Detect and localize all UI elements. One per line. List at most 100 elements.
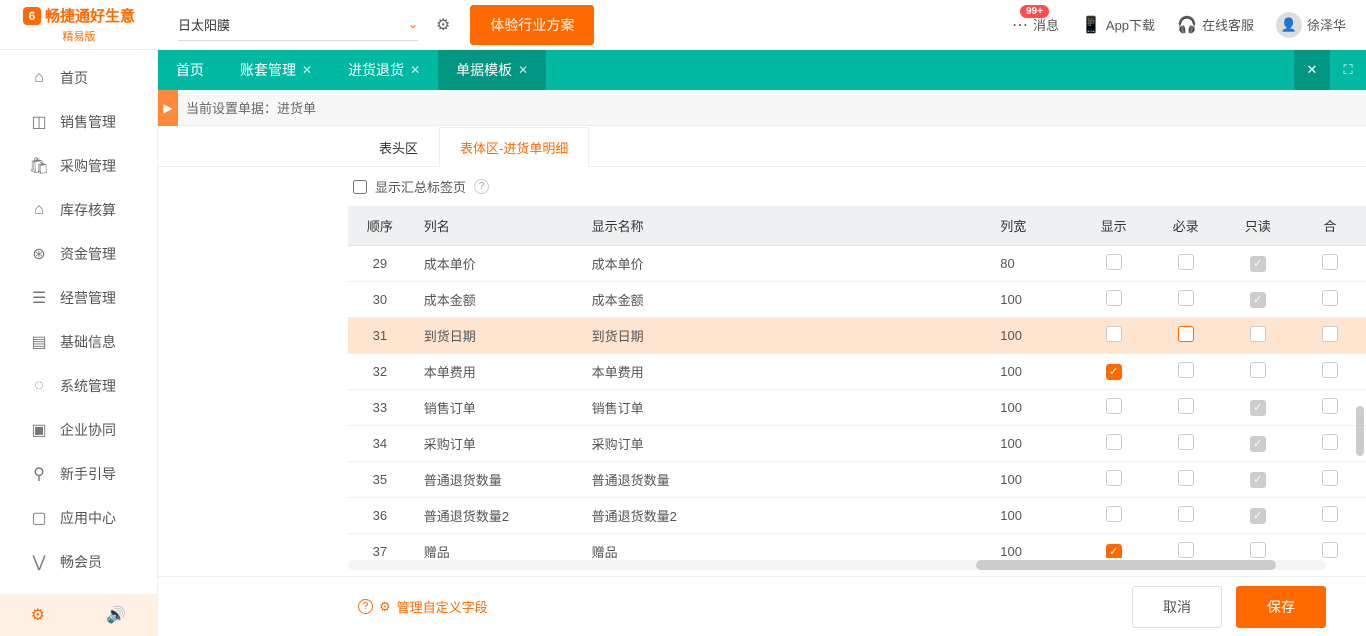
nav-inventory[interactable]: ⌂库存核算: [0, 188, 157, 232]
checkbox[interactable]: [1106, 434, 1122, 450]
nav-collab[interactable]: ▣企业协同: [0, 408, 157, 452]
trial-button[interactable]: 体验行业方案: [470, 5, 594, 45]
expand-button[interactable]: ⛶: [1330, 50, 1366, 90]
checkbox[interactable]: [1322, 434, 1338, 450]
help-icon[interactable]: ?: [474, 179, 489, 194]
checkbox[interactable]: [1250, 400, 1266, 416]
checkbox[interactable]: [1178, 398, 1194, 414]
cell-display[interactable]: 赠品: [580, 534, 989, 559]
nav-system[interactable]: ◌系统管理: [0, 364, 157, 408]
close-icon[interactable]: ✕: [410, 63, 420, 77]
checkbox[interactable]: [1178, 470, 1194, 486]
checkbox[interactable]: [1178, 506, 1194, 522]
cell-display[interactable]: 普通退货数量: [580, 462, 989, 498]
user-menu[interactable]: 👤 徐泽华: [1276, 12, 1346, 38]
nav-finance[interactable]: ⊛资金管理: [0, 232, 157, 276]
subtab-header-area[interactable]: 表头区: [358, 127, 439, 167]
table-container[interactable]: 顺序 列名 显示名称 列宽 显示 必录 只读 合 29 成本单价 成本单价 80: [348, 206, 1366, 558]
cell-display[interactable]: 销售订单: [580, 390, 989, 426]
checkbox[interactable]: [1322, 542, 1338, 558]
checkbox[interactable]: [1178, 542, 1194, 558]
checkbox[interactable]: [1250, 292, 1266, 308]
checkbox[interactable]: [1178, 362, 1194, 378]
cell-display[interactable]: 成本金额: [580, 282, 989, 318]
cell-width[interactable]: 80: [988, 246, 1077, 282]
checkbox[interactable]: [1322, 362, 1338, 378]
cell-display[interactable]: 成本单价: [580, 246, 989, 282]
checkbox[interactable]: [1106, 364, 1122, 380]
cell-width[interactable]: 100: [988, 462, 1077, 498]
tab-account[interactable]: 账套管理✕: [222, 50, 330, 90]
cell-width[interactable]: 100: [988, 318, 1077, 354]
checkbox[interactable]: [1322, 326, 1338, 342]
checkbox[interactable]: [1250, 508, 1266, 524]
checkbox[interactable]: [1322, 254, 1338, 270]
cell-display[interactable]: 到货日期: [580, 318, 989, 354]
table-row[interactable]: 35 普通退货数量 普通退货数量 100: [348, 462, 1366, 498]
messages-button[interactable]: ⋯ 99+ 消息: [1012, 15, 1059, 35]
checkbox[interactable]: [1250, 326, 1266, 342]
checkbox[interactable]: [1178, 326, 1194, 342]
table-row[interactable]: 33 销售订单 销售订单 100: [348, 390, 1366, 426]
checkbox[interactable]: [1106, 506, 1122, 522]
nav-basic[interactable]: ▤基础信息: [0, 320, 157, 364]
checkbox[interactable]: [1178, 254, 1194, 270]
scrollbar-thumb[interactable]: [976, 560, 1276, 570]
company-selector[interactable]: 日太阳膜 ⌄: [178, 9, 418, 41]
checkbox[interactable]: [1178, 290, 1194, 306]
footer-sound-icon[interactable]: 🔊: [106, 605, 126, 625]
close-icon[interactable]: ✕: [518, 63, 528, 77]
nav-home[interactable]: ⌂首页: [0, 56, 157, 100]
cell-width[interactable]: 100: [988, 498, 1077, 534]
checkbox[interactable]: [1250, 362, 1266, 378]
horizontal-scrollbar[interactable]: [348, 560, 1326, 570]
checkbox[interactable]: [1106, 544, 1122, 558]
checkbox[interactable]: [1250, 436, 1266, 452]
cell-width[interactable]: 100: [988, 426, 1077, 462]
customer-service-button[interactable]: 🎧 在线客服: [1177, 15, 1254, 35]
cell-width[interactable]: 100: [988, 354, 1077, 390]
nav-guide[interactable]: ⚲新手引导: [0, 452, 157, 496]
close-icon[interactable]: ✕: [302, 63, 312, 77]
cell-width[interactable]: 100: [988, 390, 1077, 426]
cell-display[interactable]: 普通退货数量2: [580, 498, 989, 534]
nav-member[interactable]: ⋁畅会员: [0, 540, 157, 584]
vertical-scrollbar[interactable]: [1356, 406, 1364, 456]
checkbox[interactable]: [1250, 472, 1266, 488]
table-row[interactable]: 31 到货日期 到货日期 100: [348, 318, 1366, 354]
table-row[interactable]: 36 普通退货数量2 普通退货数量2 100: [348, 498, 1366, 534]
checkbox[interactable]: [1106, 326, 1122, 342]
checkbox[interactable]: [1106, 398, 1122, 414]
summary-checkbox[interactable]: [353, 180, 367, 194]
save-button[interactable]: 保存: [1236, 586, 1326, 628]
app-download-button[interactable]: 📱 App下载: [1081, 15, 1155, 35]
footer-gear-icon[interactable]: ⚙: [31, 605, 45, 625]
cell-display[interactable]: 采购订单: [580, 426, 989, 462]
table-row[interactable]: 32 本单费用 本单费用 100: [348, 354, 1366, 390]
subtab-body-area[interactable]: 表体区-进货单明细: [439, 127, 589, 167]
checkbox[interactable]: [1106, 290, 1122, 306]
nav-apps[interactable]: ▢应用中心: [0, 496, 157, 540]
checkbox[interactable]: [1322, 470, 1338, 486]
checkbox[interactable]: [1250, 542, 1266, 558]
checkbox[interactable]: [1322, 290, 1338, 306]
cell-display[interactable]: 本单费用: [580, 354, 989, 390]
settings-icon[interactable]: ⚙: [436, 15, 450, 35]
nav-purchase[interactable]: 🛍采购管理: [0, 144, 157, 188]
checkbox[interactable]: [1106, 254, 1122, 270]
tab-purchase-return[interactable]: 进货退货✕: [330, 50, 438, 90]
checkbox[interactable]: [1178, 434, 1194, 450]
table-row[interactable]: 34 采购订单 采购订单 100: [348, 426, 1366, 462]
cell-width[interactable]: 100: [988, 282, 1077, 318]
nav-sales[interactable]: ◫销售管理: [0, 100, 157, 144]
nav-business[interactable]: ☰经营管理: [0, 276, 157, 320]
table-row[interactable]: 37 赠品 赠品 100: [348, 534, 1366, 559]
close-panel-button[interactable]: ✕: [1294, 50, 1330, 90]
checkbox[interactable]: [1322, 398, 1338, 414]
cell-width[interactable]: 100: [988, 534, 1077, 559]
cancel-button[interactable]: 取消: [1132, 586, 1222, 628]
tab-template[interactable]: 单据模板✕: [438, 50, 546, 90]
checkbox[interactable]: [1106, 470, 1122, 486]
tab-home[interactable]: 首页: [158, 50, 222, 90]
table-row[interactable]: 30 成本金额 成本金额 100: [348, 282, 1366, 318]
